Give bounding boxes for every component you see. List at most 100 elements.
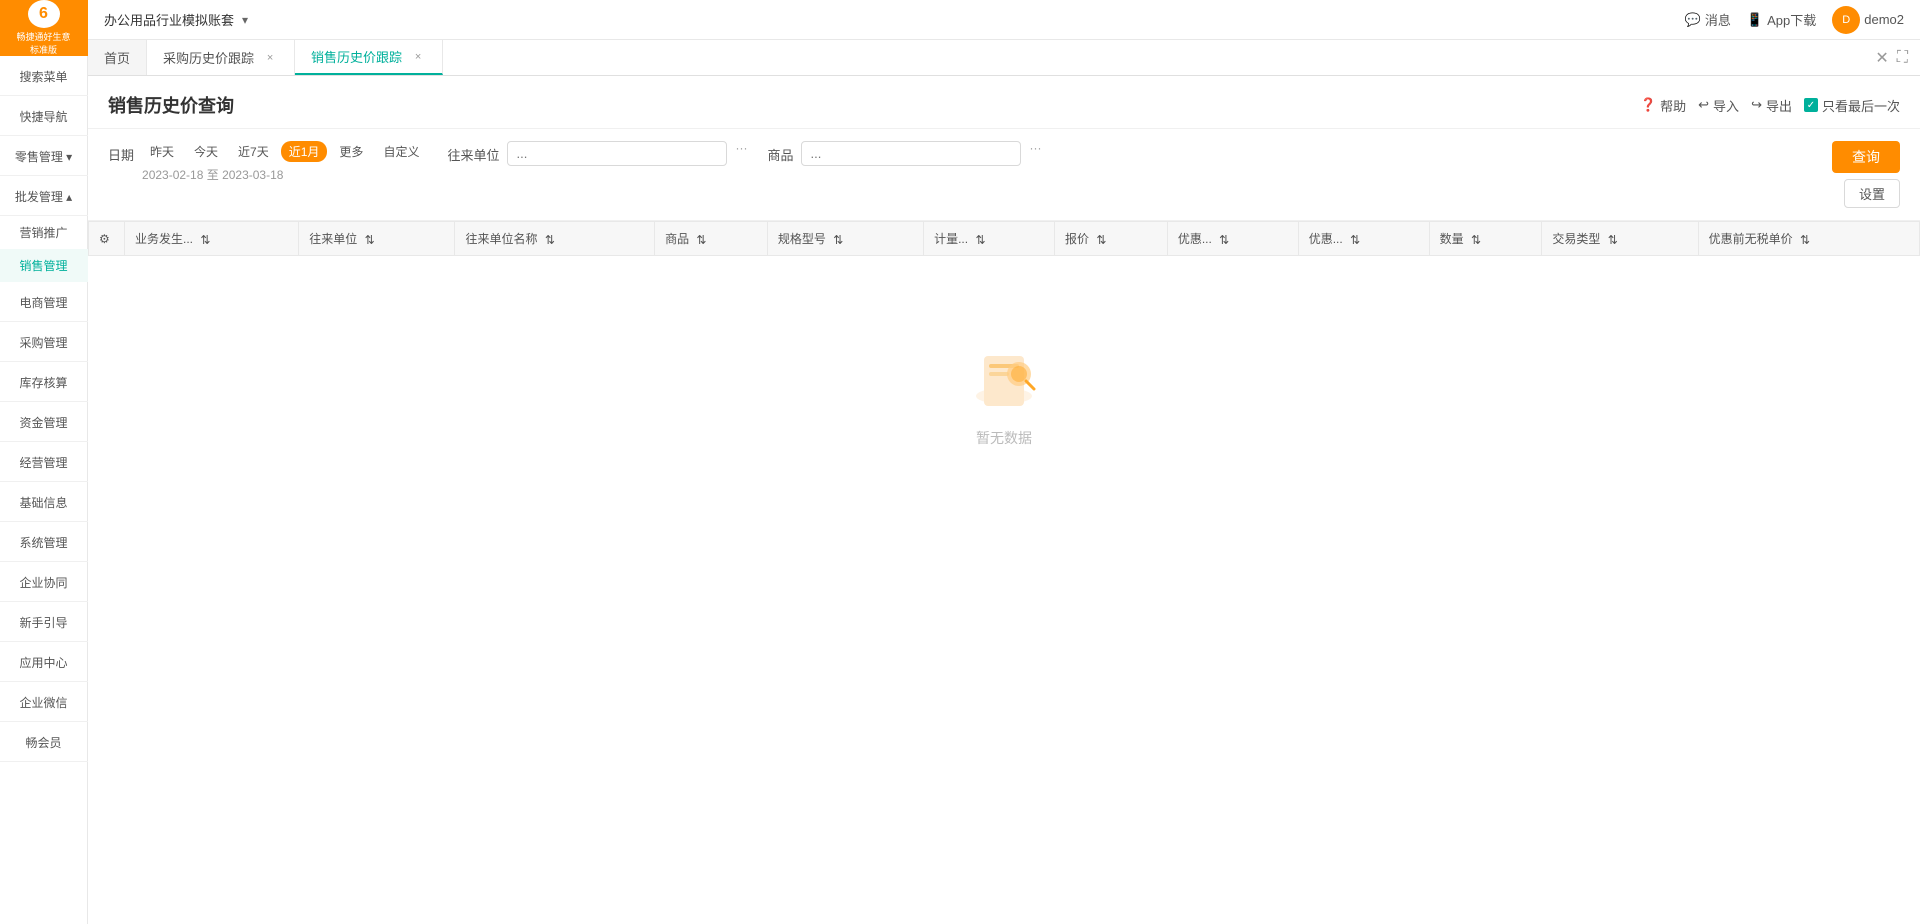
sort-icon-biz-date: ⇅	[200, 234, 210, 246]
counterpart-input[interactable]	[507, 141, 727, 166]
page-actions: ❓ 帮助 ↩ 导入 ↪ 导出 ✓ 只看最后一次	[1640, 96, 1900, 115]
tab-close-sales[interactable]: ×	[410, 49, 426, 65]
counterpart-ellipsis[interactable]: ···	[735, 141, 747, 155]
company-dropdown[interactable]: ▾	[242, 13, 248, 27]
help-btn[interactable]: ❓ 帮助	[1640, 96, 1686, 115]
th-pretax-price[interactable]: 优惠前无税单价 ⇅	[1698, 222, 1919, 256]
product-input[interactable]	[801, 141, 1021, 166]
filter-right: 查询 设置	[1832, 141, 1900, 208]
date-label: 日期	[108, 141, 134, 164]
product-label: 商品	[767, 141, 793, 164]
sidebar-item-sales[interactable]: 销售管理	[0, 249, 88, 282]
sidebar-item-operations[interactable]: 经营管理	[0, 442, 88, 482]
date-btn-1month[interactable]: 近1月	[281, 141, 328, 162]
th-trade-type[interactable]: 交易类型 ⇅	[1542, 222, 1698, 256]
tabbar: 首页 采购历史价跟踪 × 销售历史价跟踪 × ✕ ⛶	[88, 40, 1920, 76]
sidebar-item-member[interactable]: 畅会员	[0, 722, 88, 762]
app-download-btn[interactable]: 📱 App下载	[1747, 10, 1816, 29]
import-btn[interactable]: ↩ 导入	[1698, 96, 1739, 115]
sidebar-item-inventory[interactable]: 库存核算	[0, 362, 88, 402]
th-price[interactable]: 报价 ⇅	[1054, 222, 1167, 256]
checkbox-icon: ✓	[1804, 98, 1818, 112]
date-buttons: 昨天 今天 近7天 近1月 更多 自定义 2023-02-18 至 2023-0…	[142, 141, 427, 183]
sort-icon-product: ⇅	[696, 234, 706, 246]
topbar-left: 办公用品行业模拟账套 ▾	[104, 10, 248, 29]
th-gear[interactable]: ⚙	[89, 222, 125, 256]
date-btn-row: 昨天 今天 近7天 近1月 更多 自定义	[142, 141, 427, 162]
topbar-right: 💬 消息 📱 App下载 D demo2	[1685, 6, 1904, 34]
date-btn-custom[interactable]: 自定义	[375, 141, 427, 162]
date-range: 2023-02-18 至 2023-03-18	[142, 166, 427, 183]
username: demo2	[1864, 12, 1904, 27]
tab-sales-history[interactable]: 销售历史价跟踪 ×	[295, 40, 443, 75]
sort-icon-counterpart-code: ⇅	[365, 234, 375, 246]
avatar: D	[1832, 6, 1860, 34]
date-btn-more[interactable]: 更多	[331, 141, 371, 162]
sidebar-item-enterprise[interactable]: 企业协同	[0, 562, 88, 602]
sidebar-item-wechat[interactable]: 企业微信	[0, 682, 88, 722]
sidebar: 6 畅捷通好生意 标准版 搜索菜单 快捷导航 零售管理 ▾ 批发管理 ▴ 营销推…	[0, 0, 88, 924]
gear-icon[interactable]: ⚙	[99, 232, 110, 246]
export-btn[interactable]: ↪ 导出	[1751, 96, 1792, 115]
export-icon: ↪	[1751, 97, 1762, 113]
close-window-btn[interactable]: ✕	[1875, 48, 1888, 68]
th-biz-date[interactable]: 业务发生... ⇅	[125, 222, 299, 256]
sidebar-item-marketing[interactable]: 营销推广	[0, 216, 88, 249]
import-icon: ↩	[1698, 97, 1709, 113]
th-unit[interactable]: 计量... ⇅	[924, 222, 1055, 256]
maximize-btn[interactable]: ⛶	[1897, 49, 1908, 67]
sidebar-item-search[interactable]: 搜索菜单	[0, 56, 88, 96]
sidebar-item-ecommerce[interactable]: 电商管理	[0, 282, 88, 322]
settings-button[interactable]: 设置	[1844, 179, 1900, 208]
tab-home[interactable]: 首页	[88, 40, 147, 75]
product-filter-group: 商品 ···	[767, 141, 1041, 166]
sort-icon-trade-type: ⇅	[1608, 234, 1618, 246]
sidebar-item-wholesale[interactable]: 批发管理 ▴	[0, 176, 88, 216]
sidebar-item-finance[interactable]: 资金管理	[0, 402, 88, 442]
only-last-checkbox[interactable]: ✓ 只看最后一次	[1804, 96, 1900, 115]
main-area: 办公用品行业模拟账套 ▾ 💬 消息 📱 App下载 D demo2 首页 采购历…	[88, 0, 1920, 924]
sort-icon-pretax-price: ⇅	[1800, 234, 1810, 246]
message-icon: 💬	[1685, 12, 1701, 28]
sidebar-item-shortcuts[interactable]: 快捷导航	[0, 96, 88, 136]
th-spec[interactable]: 规格型号 ⇅	[767, 222, 923, 256]
th-counterpart-name[interactable]: 往来单位名称 ⇅	[455, 222, 655, 256]
user-profile[interactable]: D demo2	[1832, 6, 1904, 34]
content-area: 销售历史价查询 ❓ 帮助 ↩ 导入 ↪ 导出 ✓ 只看最后一次	[88, 76, 1920, 924]
page-header: 销售历史价查询 ❓ 帮助 ↩ 导入 ↪ 导出 ✓ 只看最后一次	[88, 76, 1920, 129]
sort-icon-counterpart-name: ⇅	[545, 234, 555, 246]
message-btn[interactable]: 💬 消息	[1685, 10, 1731, 29]
sidebar-item-system[interactable]: 系统管理	[0, 522, 88, 562]
date-btn-yesterday[interactable]: 昨天	[142, 141, 182, 162]
th-quantity[interactable]: 数量 ⇅	[1429, 222, 1542, 256]
app-name: 畅捷通好生意	[16, 30, 70, 43]
th-discount2[interactable]: 优惠... ⇅	[1298, 222, 1429, 256]
download-icon: 📱	[1747, 12, 1763, 28]
sidebar-item-basic[interactable]: 基础信息	[0, 482, 88, 522]
th-counterpart-code[interactable]: 往来单位 ⇅	[299, 222, 455, 256]
query-button[interactable]: 查询	[1832, 141, 1900, 173]
app-download-label: App下载	[1767, 10, 1816, 29]
company-name: 办公用品行业模拟账套	[104, 10, 234, 29]
topbar: 办公用品行业模拟账套 ▾ 💬 消息 📱 App下载 D demo2	[88, 0, 1920, 40]
sort-icon-discount2: ⇅	[1350, 234, 1360, 246]
tab-close-purchase[interactable]: ×	[262, 50, 278, 66]
date-btn-7days[interactable]: 近7天	[230, 141, 277, 162]
product-ellipsis[interactable]: ···	[1029, 141, 1041, 155]
tab-purchase-history[interactable]: 采购历史价跟踪 ×	[147, 40, 295, 75]
sidebar-item-retail[interactable]: 零售管理 ▾	[0, 136, 88, 176]
sidebar-item-purchase[interactable]: 采购管理	[0, 322, 88, 362]
message-label: 消息	[1705, 10, 1731, 29]
th-discount1[interactable]: 优惠... ⇅	[1167, 222, 1298, 256]
counterpart-filter-group: 往来单位 ···	[447, 141, 747, 166]
date-btn-today[interactable]: 今天	[186, 141, 226, 162]
sidebar-item-appstore[interactable]: 应用中心	[0, 642, 88, 682]
sort-icon-spec: ⇅	[833, 234, 843, 246]
sidebar-item-guide[interactable]: 新手引导	[0, 602, 88, 642]
empty-text: 暂无数据	[976, 428, 1032, 448]
th-product[interactable]: 商品 ⇅	[655, 222, 768, 256]
sort-icon-price: ⇅	[1096, 234, 1106, 246]
date-filter-group: 日期 昨天 今天 近7天 近1月 更多 自定义 2023-02-18 至 202…	[108, 141, 427, 183]
tabbar-actions: ✕ ⛶	[1863, 40, 1920, 75]
app-logo[interactable]: 6 畅捷通好生意 标准版	[0, 0, 88, 56]
